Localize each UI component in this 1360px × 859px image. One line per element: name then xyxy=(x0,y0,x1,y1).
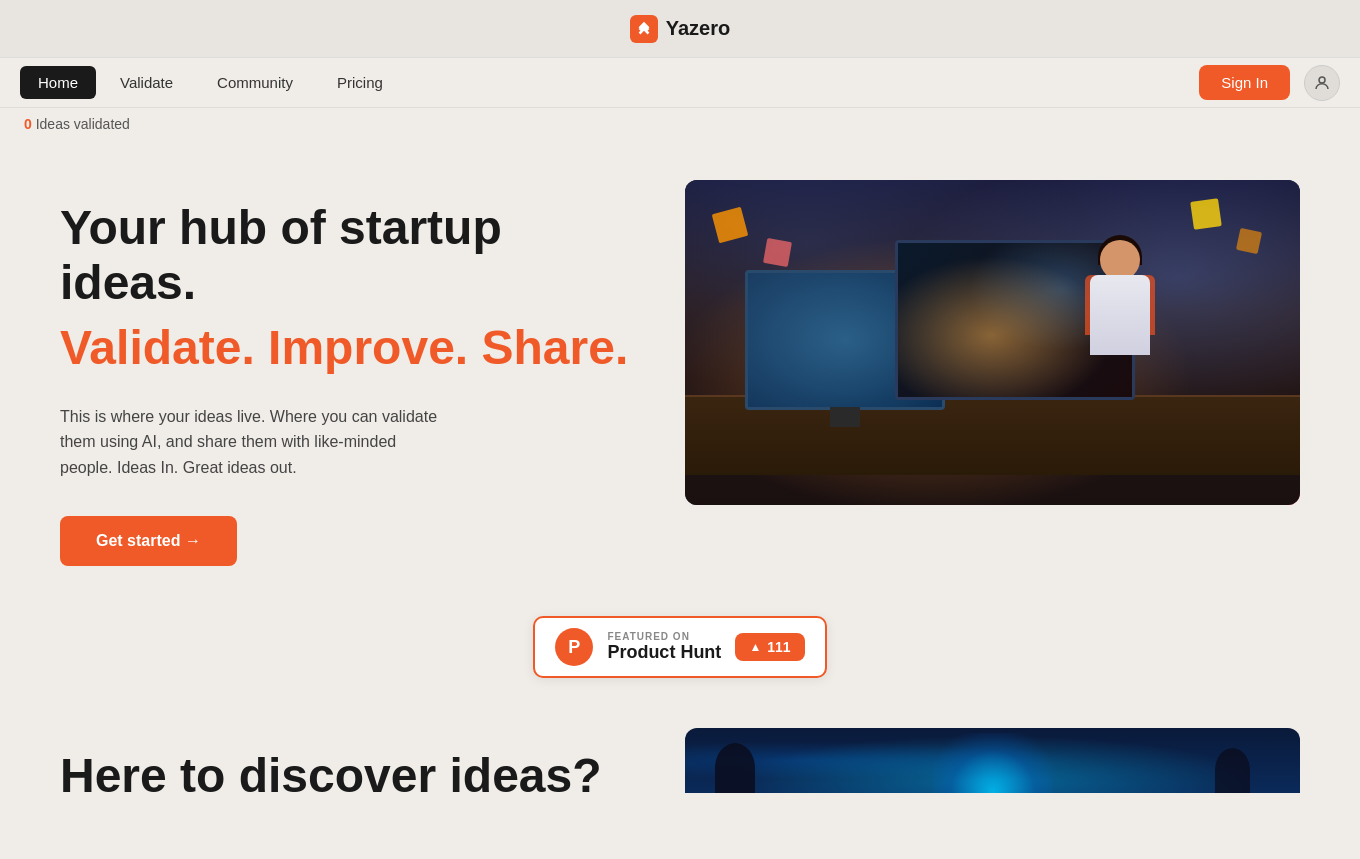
bottom-section: Here to discover ideas? xyxy=(0,708,1360,803)
bottom-image xyxy=(685,728,1300,793)
logo-svg xyxy=(635,20,653,38)
logo-area: Yazero xyxy=(630,15,730,43)
user-icon-button[interactable] xyxy=(1304,65,1340,101)
ph-featured-label: FEATURED ON xyxy=(607,631,721,642)
hero-image-inner xyxy=(685,180,1300,505)
crystal-glow xyxy=(933,733,1053,793)
hero-image xyxy=(685,180,1300,505)
bottom-left: Here to discover ideas? xyxy=(60,728,645,803)
logo-icon xyxy=(630,15,658,43)
ph-title: Product Hunt xyxy=(607,642,721,663)
dark-figure-1 xyxy=(715,743,755,793)
nav-pricing[interactable]: Pricing xyxy=(317,66,403,99)
sticky-note-2 xyxy=(763,238,792,267)
nav-validate[interactable]: Validate xyxy=(100,66,193,99)
product-hunt-info: FEATURED ON Product Hunt xyxy=(607,631,721,663)
navbar: Home Validate Community Pricing Sign In xyxy=(0,58,1360,108)
char-head xyxy=(1100,240,1140,280)
product-hunt-logo: P xyxy=(555,628,593,666)
product-hunt-votes: ▲ 111 xyxy=(735,633,804,661)
product-hunt-area: P FEATURED ON Product Hunt ▲ 111 xyxy=(0,586,1360,708)
sticky-note-1 xyxy=(712,207,749,244)
logo-text: Yazero xyxy=(666,17,730,40)
ph-arrow: ▲ xyxy=(749,640,761,654)
sticky-note-3 xyxy=(1190,198,1222,230)
counter-bar: 0 Ideas validated xyxy=(0,108,1360,140)
top-bar: Yazero xyxy=(0,0,1360,58)
hero-description: This is where your ideas live. Where you… xyxy=(60,404,440,481)
product-hunt-badge[interactable]: P FEATURED ON Product Hunt ▲ 111 xyxy=(533,616,826,678)
ph-vote-count: 111 xyxy=(767,639,790,655)
hero-right xyxy=(685,180,1300,505)
bottom-right xyxy=(685,728,1300,793)
char-body xyxy=(1090,275,1150,355)
nav-home[interactable]: Home xyxy=(20,66,96,99)
bottom-image-inner xyxy=(685,728,1300,793)
counter-label: Ideas validated xyxy=(36,116,130,132)
get-started-button[interactable]: Get started → xyxy=(60,516,237,566)
nav-community[interactable]: Community xyxy=(197,66,313,99)
hero-section: Your hub of startup ideas. Validate. Imp… xyxy=(0,140,1360,586)
svg-point-0 xyxy=(1319,77,1325,83)
hero-left: Your hub of startup ideas. Validate. Imp… xyxy=(60,180,645,566)
sign-in-button[interactable]: Sign In xyxy=(1199,65,1290,100)
hero-title: Your hub of startup ideas. xyxy=(60,200,645,310)
dark-figure-2 xyxy=(1215,748,1250,793)
bottom-title: Here to discover ideas? xyxy=(60,748,645,803)
sticky-note-4 xyxy=(1236,228,1262,254)
hero-subtitle: Validate. Improve. Share. xyxy=(60,320,645,375)
character xyxy=(1060,240,1180,420)
user-icon xyxy=(1313,74,1331,92)
counter-number: 0 xyxy=(24,116,32,132)
